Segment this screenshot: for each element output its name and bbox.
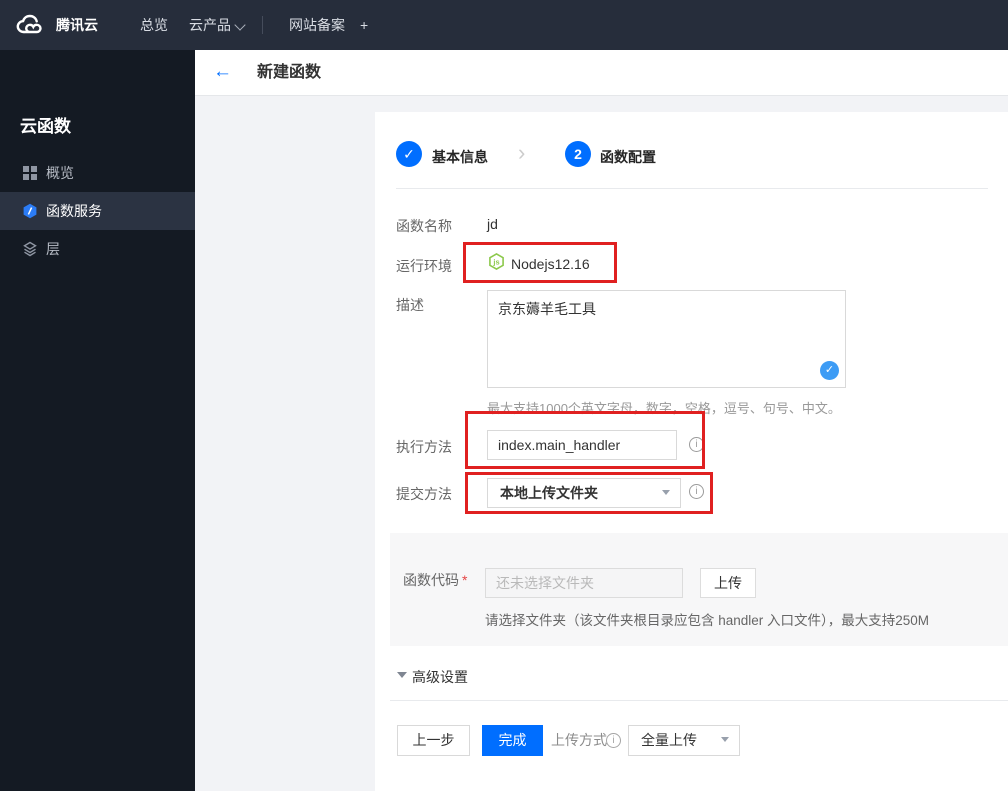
submit-method-value: 本地上传文件夹 — [500, 485, 598, 501]
nav-item-cloud-products[interactable]: 云产品 — [189, 0, 231, 50]
step2-number-badge: 2 — [565, 141, 591, 167]
caret-down-icon — [721, 737, 729, 742]
sidebar: 云函数 概览 函数服务 层 — [0, 50, 195, 791]
function-name-value: jd — [487, 216, 498, 232]
upload-mode-value: 全量上传 — [641, 732, 697, 748]
tencent-cloud-logo-icon[interactable] — [15, 13, 51, 37]
caret-down-icon — [662, 490, 670, 495]
upload-mode-info-icon[interactable] — [606, 733, 621, 748]
form-card — [375, 112, 1008, 791]
sidebar-item-overview[interactable]: 概览 — [0, 154, 195, 192]
handler-label: 执行方法 — [396, 439, 452, 455]
page-title: 新建函数 — [257, 64, 322, 81]
step1-check-icon: ✓ — [396, 141, 422, 167]
sidebar-item-function-service[interactable]: 函数服务 — [0, 192, 195, 230]
sidebar-title: 云函数 — [20, 117, 71, 136]
function-name-label: 函数名称 — [396, 218, 452, 234]
add-nav-shortcut-button[interactable]: + — [360, 0, 368, 50]
nav-item-overview[interactable]: 总览 — [140, 0, 168, 50]
submit-method-info-icon[interactable] — [689, 484, 704, 499]
step-separator-icon: › — [518, 140, 526, 165]
previous-step-button[interactable]: 上一步 — [397, 725, 470, 756]
submit-method-label: 提交方法 — [396, 486, 452, 502]
runtime-label: 运行环境 — [396, 258, 452, 274]
back-arrow-icon[interactable]: ← — [213, 50, 232, 96]
upload-mode-label: 上传方式 — [551, 732, 607, 748]
function-code-panel — [390, 533, 1008, 646]
sidebar-item-label: 函数服务 — [46, 203, 102, 219]
description-textarea[interactable]: 京东薅羊毛工具 — [487, 290, 846, 388]
function-code-label: 函数代码 * — [403, 572, 468, 588]
brand-title[interactable]: 腾讯云 — [56, 0, 98, 50]
svg-text:js: js — [492, 257, 499, 266]
submit-method-select[interactable]: 本地上传文件夹 — [487, 478, 681, 508]
description-hint: 最大支持1000个英文字母，数字，空格，逗号、句号、中文。 — [487, 401, 841, 416]
valid-check-icon: ✓ — [820, 361, 839, 380]
topbar: 腾讯云 总览 云产品 网站备案 + — [0, 0, 1008, 50]
step1-label: 基本信息 — [432, 149, 488, 165]
runtime-value: Nodejs12.16 — [511, 256, 590, 272]
triangle-down-icon — [397, 672, 407, 678]
folder-path-input — [485, 568, 683, 598]
step2-label: 函数配置 — [600, 149, 656, 165]
chevron-down-icon — [234, 19, 246, 31]
finish-button[interactable]: 完成 — [482, 725, 543, 756]
divider — [396, 188, 988, 189]
nodejs-icon: js — [489, 253, 504, 270]
grid-icon — [23, 166, 37, 180]
nav-item-beian[interactable]: 网站备案 — [289, 0, 345, 50]
advanced-settings-toggle[interactable]: 高级设置 — [412, 667, 468, 687]
divider — [390, 700, 1008, 701]
sidebar-item-layers[interactable]: 层 — [0, 230, 195, 268]
description-label: 描述 — [396, 297, 424, 313]
function-service-icon — [23, 203, 37, 219]
function-code-hint: 请选择文件夹（该文件夹根目录应包含 handler 入口文件），最大支持250M — [485, 613, 930, 628]
topbar-divider — [262, 16, 263, 34]
upload-button[interactable]: 上传 — [700, 568, 756, 598]
handler-input[interactable] — [487, 430, 677, 460]
upload-mode-select[interactable]: 全量上传 — [628, 725, 740, 756]
required-asterisk: * — [462, 572, 468, 588]
handler-info-icon[interactable] — [689, 437, 704, 452]
tencent-cloud-console: 腾讯云 总览 云产品 网站备案 + 云函数 概览 函数服务 层 ← 新建函数 ✓… — [0, 0, 1008, 791]
sidebar-item-label: 层 — [46, 241, 60, 257]
sidebar-item-label: 概览 — [46, 165, 74, 181]
layers-icon — [23, 241, 37, 257]
